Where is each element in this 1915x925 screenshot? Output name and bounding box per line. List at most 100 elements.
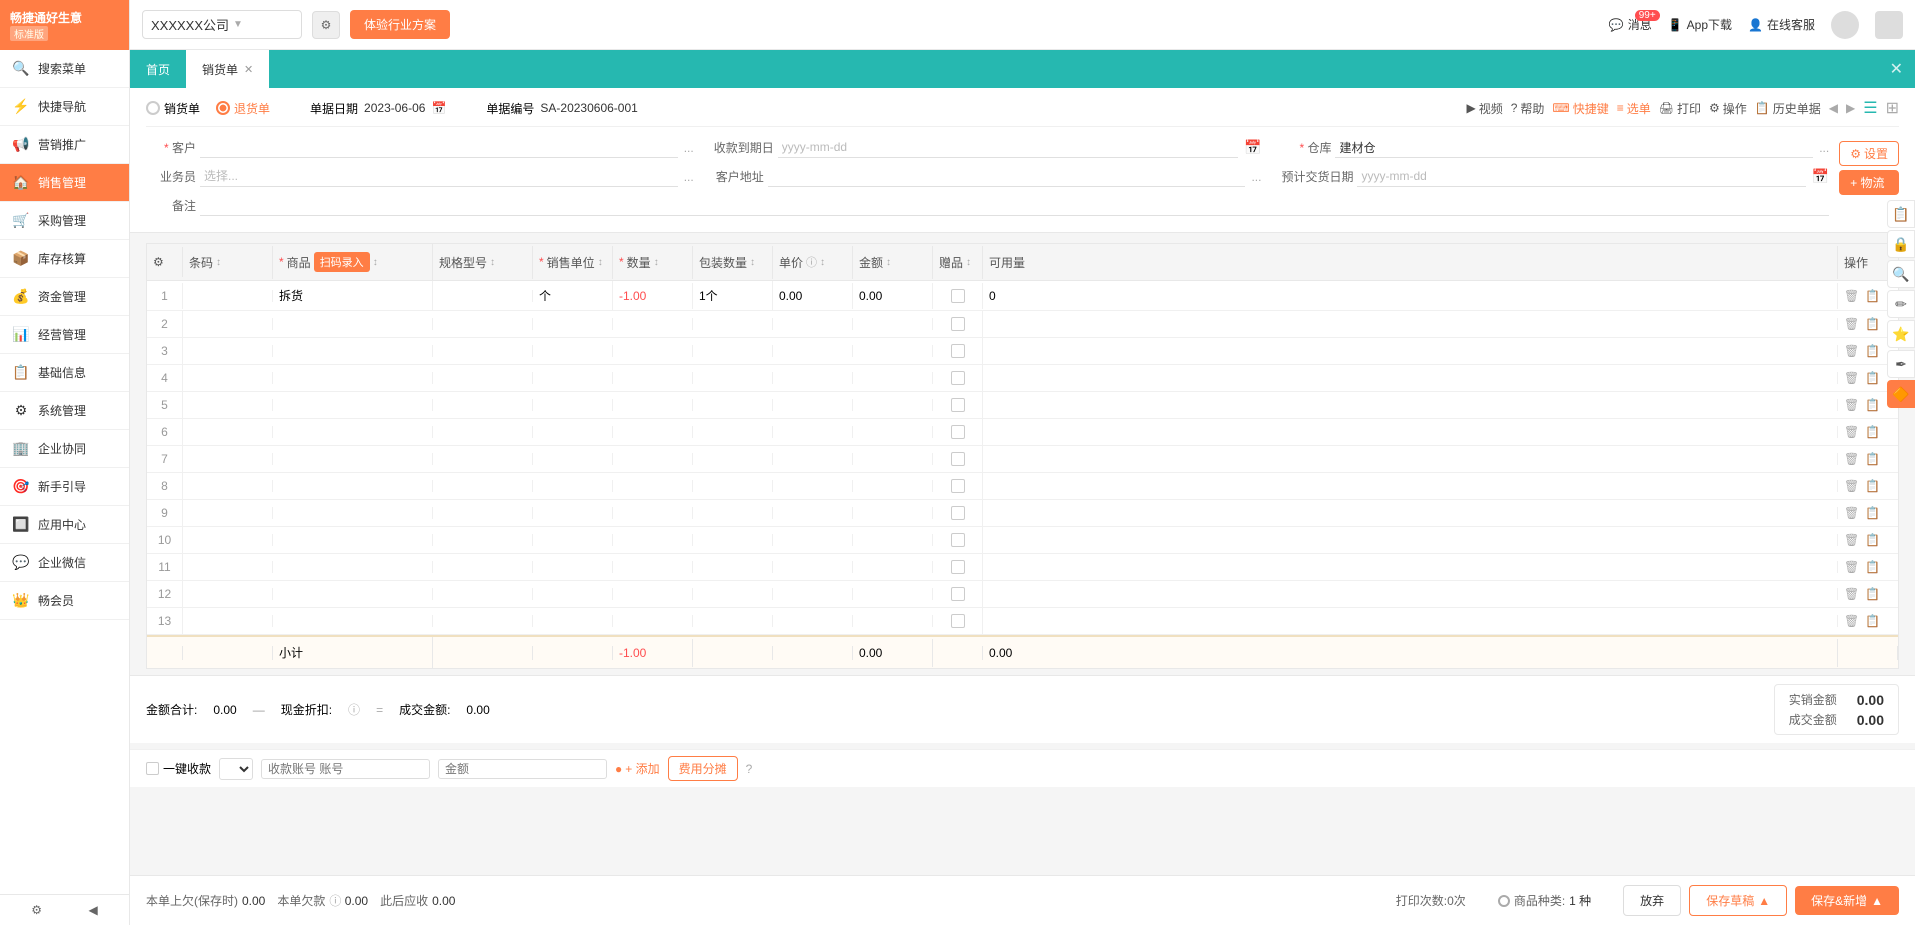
- cell-gift[interactable]: [933, 419, 983, 445]
- cell-qty[interactable]: [613, 399, 693, 411]
- delete-icon[interactable]: 🗑: [1844, 371, 1859, 385]
- cell-amount[interactable]: [853, 372, 933, 384]
- cell-qty[interactable]: [613, 345, 693, 357]
- cell-pkg[interactable]: [693, 453, 773, 465]
- gift-checkbox[interactable]: [951, 398, 965, 412]
- warehouse-input[interactable]: [1335, 137, 1813, 158]
- cell-price[interactable]: [773, 588, 853, 600]
- sort-icon[interactable]: ↕: [598, 257, 603, 268]
- sidebar-item-marketing[interactable]: 📢 营销推广: [0, 126, 129, 164]
- cell-qty[interactable]: [613, 561, 693, 573]
- payment-method-select[interactable]: [219, 758, 253, 780]
- cell-qty[interactable]: [613, 480, 693, 492]
- cell-gift[interactable]: [933, 392, 983, 418]
- float-btn-6[interactable]: ✒: [1887, 350, 1915, 378]
- cell-amount[interactable]: [853, 588, 933, 600]
- cell-pkg[interactable]: [693, 507, 773, 519]
- cell-spec[interactable]: [433, 615, 533, 627]
- cell-unit[interactable]: [533, 426, 613, 438]
- delete-icon[interactable]: 🗑: [1844, 452, 1859, 466]
- cell-barcode[interactable]: [183, 426, 273, 438]
- cell-price[interactable]: [773, 453, 853, 465]
- cell-product[interactable]: [273, 345, 433, 357]
- cell-gift[interactable]: [933, 554, 983, 580]
- tab-close-icon[interactable]: ✕: [244, 63, 253, 76]
- cell-qty[interactable]: [613, 507, 693, 519]
- gift-checkbox[interactable]: [951, 506, 965, 520]
- float-btn-5[interactable]: ⭐: [1887, 320, 1915, 348]
- gift-checkbox[interactable]: [951, 425, 965, 439]
- cell-barcode[interactable]: [183, 615, 273, 627]
- customer-addr-dots[interactable]: ...: [1251, 170, 1261, 184]
- delete-icon[interactable]: 🗑: [1844, 344, 1859, 358]
- sidebar-item-wechat[interactable]: 💬 企业微信: [0, 544, 129, 582]
- float-btn-2[interactable]: 🔒: [1887, 230, 1915, 258]
- gift-checkbox[interactable]: [951, 289, 965, 303]
- cell-barcode[interactable]: [183, 345, 273, 357]
- cell-pkg[interactable]: [693, 372, 773, 384]
- delete-icon[interactable]: 🗑: [1844, 614, 1859, 628]
- cell-product[interactable]: [273, 480, 433, 492]
- cell-qty[interactable]: [613, 318, 693, 330]
- cell-pkg[interactable]: [693, 426, 773, 438]
- sort-icon[interactable]: ↕: [654, 257, 659, 268]
- discard-button[interactable]: 放弃: [1623, 885, 1681, 916]
- toolbar-history[interactable]: 📋 历史单据: [1755, 100, 1821, 117]
- gift-checkbox[interactable]: [951, 317, 965, 331]
- cell-gift[interactable]: [933, 365, 983, 391]
- due-date-calendar-icon[interactable]: 📅: [1244, 139, 1261, 156]
- cell-amount[interactable]: [853, 507, 933, 519]
- cell-gift[interactable]: [933, 473, 983, 499]
- cell-barcode[interactable]: [183, 507, 273, 519]
- sidebar-item-base[interactable]: 📋 基础信息: [0, 354, 129, 392]
- cell-pkg[interactable]: [693, 345, 773, 357]
- sidebar-item-sales[interactable]: 🏠 销售管理: [0, 164, 129, 202]
- sort-icon[interactable]: ↕: [886, 257, 891, 268]
- info-icon[interactable]: ⓘ: [329, 894, 341, 908]
- copy-icon[interactable]: 📋: [1865, 479, 1880, 493]
- cell-price[interactable]: [773, 507, 853, 519]
- payment-amount-input[interactable]: [438, 759, 607, 779]
- cell-spec[interactable]: [433, 345, 533, 357]
- cell-qty[interactable]: -1.00: [613, 283, 693, 309]
- view-list-icon[interactable]: ☰: [1863, 98, 1877, 118]
- cell-product[interactable]: [273, 318, 433, 330]
- cell-pkg[interactable]: [693, 561, 773, 573]
- copy-icon[interactable]: 📋: [1865, 371, 1880, 385]
- cell-product[interactable]: [273, 615, 433, 627]
- cell-unit[interactable]: [533, 372, 613, 384]
- cell-product[interactable]: [273, 534, 433, 546]
- window-close-icon[interactable]: ✕: [1890, 61, 1903, 78]
- sort-icon[interactable]: ↕: [373, 257, 378, 268]
- cell-barcode[interactable]: [183, 399, 273, 411]
- salesperson-input[interactable]: [200, 166, 678, 187]
- sidebar-item-purchase[interactable]: 🛒 采购管理: [0, 202, 129, 240]
- copy-icon[interactable]: 📋: [1865, 533, 1880, 547]
- cell-price[interactable]: [773, 372, 853, 384]
- sidebar-item-inventory[interactable]: 📦 库存核算: [0, 240, 129, 278]
- cell-spec[interactable]: [433, 399, 533, 411]
- sort-icon[interactable]: ↕: [216, 257, 221, 268]
- cell-spec[interactable]: [433, 290, 533, 302]
- sidebar-item-search[interactable]: 🔍 搜索菜单: [0, 50, 129, 88]
- float-btn-1[interactable]: 📋: [1887, 200, 1915, 228]
- float-btn-3[interactable]: 🔍: [1887, 260, 1915, 288]
- cell-amount[interactable]: [853, 480, 933, 492]
- toolbar-shortcuts[interactable]: ⌨ 快捷键: [1552, 100, 1608, 117]
- cell-product[interactable]: [273, 507, 433, 519]
- float-btn-4[interactable]: ✏: [1887, 290, 1915, 318]
- expense-split-button[interactable]: 费用分摊: [668, 756, 738, 781]
- cell-pkg[interactable]: 1个: [693, 281, 773, 310]
- cell-barcode[interactable]: [183, 453, 273, 465]
- cell-pkg[interactable]: [693, 615, 773, 627]
- cell-amount[interactable]: [853, 453, 933, 465]
- sidebar-item-guide[interactable]: 🎯 新手引导: [0, 468, 129, 506]
- cell-amount[interactable]: [853, 345, 933, 357]
- sidebar-item-member[interactable]: 👑 畅会员: [0, 582, 129, 620]
- cell-unit[interactable]: [533, 399, 613, 411]
- sort-icon[interactable]: ↕: [966, 257, 971, 268]
- delete-icon[interactable]: 🗑: [1844, 289, 1859, 303]
- collapse-icon[interactable]: ◀: [89, 903, 98, 917]
- sort-icon[interactable]: ↕: [750, 257, 755, 268]
- sidebar-item-appstore[interactable]: 🔲 应用中心: [0, 506, 129, 544]
